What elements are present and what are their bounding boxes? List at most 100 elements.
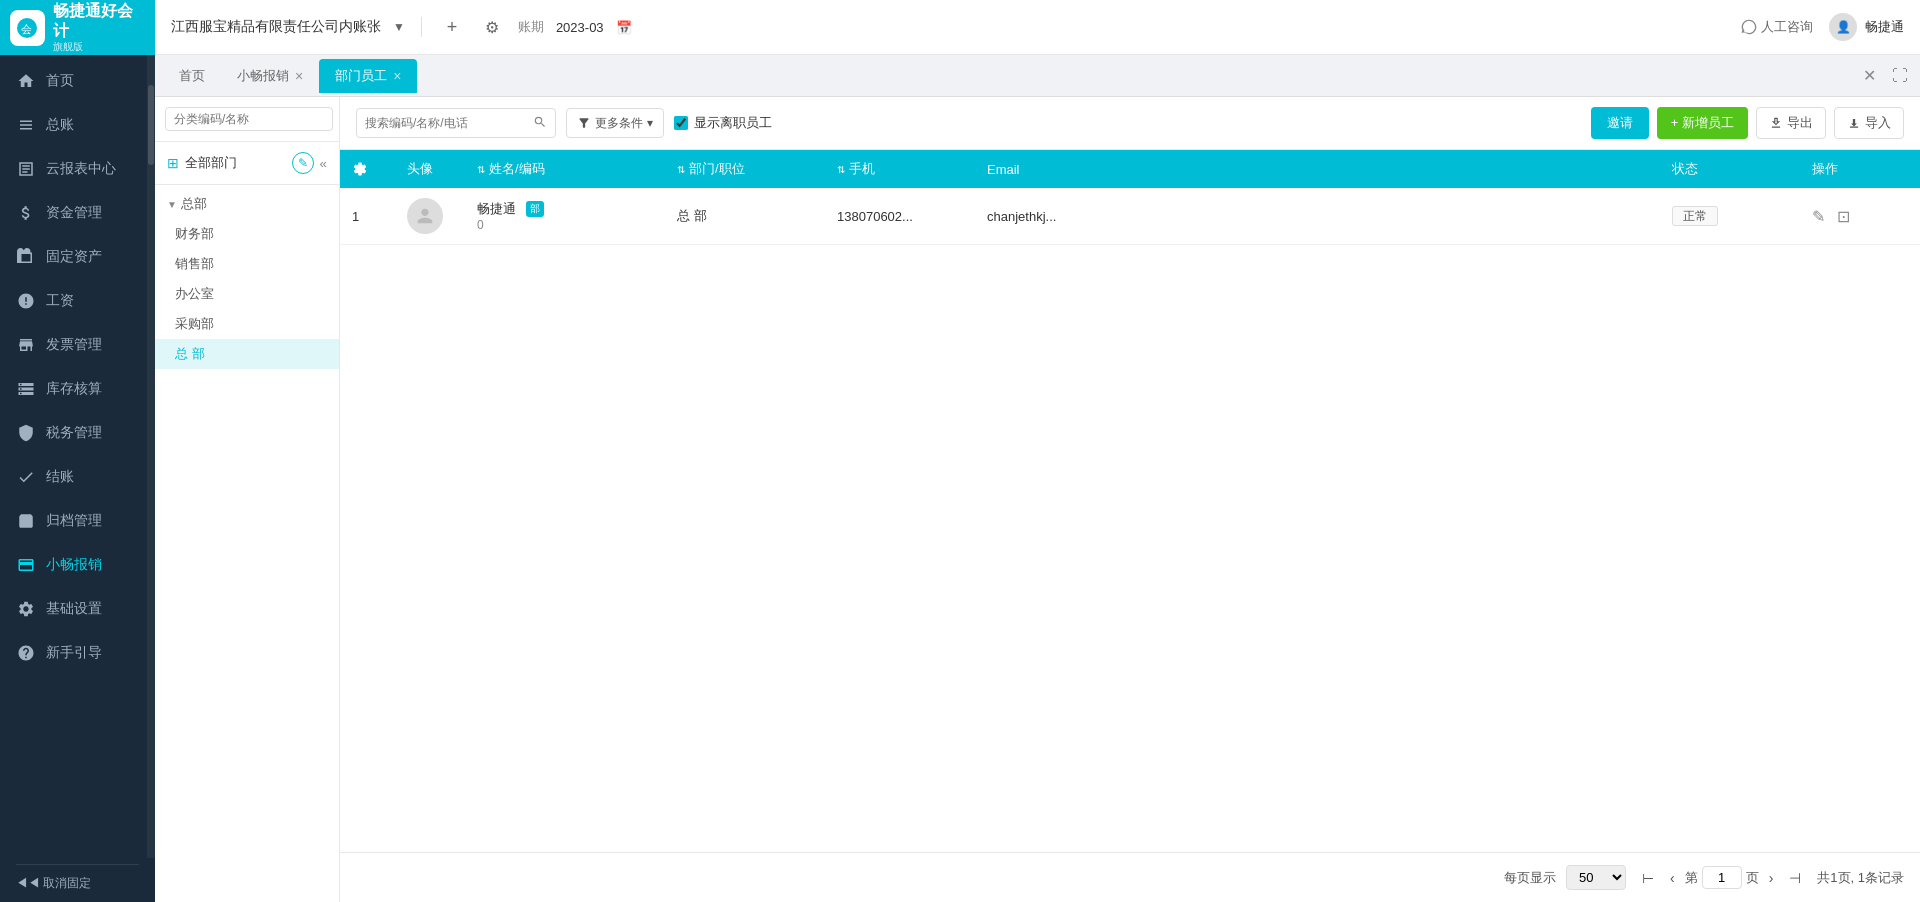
td-phone: 138070602... — [825, 199, 975, 234]
sidebar-item-salary[interactable]: 工资 — [0, 279, 155, 323]
sidebar-item-fixed-assets[interactable]: 固定资产 — [0, 235, 155, 279]
tab-home-label: 首页 — [179, 67, 205, 85]
tab-dept-employee[interactable]: 部门员工 × — [319, 59, 417, 93]
sidebar-label-invoice: 发票管理 — [46, 336, 102, 354]
export-button[interactable]: 导出 — [1756, 107, 1826, 139]
tab-dept-employee-close[interactable]: × — [393, 68, 401, 84]
logout-employee-button[interactable]: ⊡ — [1837, 207, 1850, 226]
next-page-button[interactable]: › — [1763, 868, 1780, 888]
page-label-post: 页 — [1746, 869, 1759, 887]
default-avatar-icon — [414, 205, 436, 227]
column-settings-icon — [352, 161, 368, 177]
prev-page-button[interactable]: ‹ — [1664, 868, 1681, 888]
salary-icon — [16, 291, 36, 311]
tab-bar-right: ✕ ⛶ — [1859, 62, 1912, 89]
sidebar-item-checkout[interactable]: 结账 — [0, 455, 155, 499]
add-employee-button[interactable]: + 新增员工 — [1657, 107, 1748, 139]
sort-icon-dept: ⇅ — [677, 164, 685, 175]
cancel-fixed-button[interactable]: ◀◀ 取消固定 — [0, 854, 155, 902]
td-avatar — [395, 188, 465, 244]
dept-node-bangongshi[interactable]: 办公室 — [155, 279, 339, 309]
show-resigned-checkbox-label[interactable]: 显示离职员工 — [674, 114, 772, 132]
total-info: 共1页, 1条记录 — [1817, 869, 1904, 887]
tab-xiaochang-close[interactable]: × — [295, 68, 303, 84]
th-name-code[interactable]: ⇅ 姓名/编码 — [465, 150, 665, 188]
sidebar-item-invoice[interactable]: 发票管理 — [0, 323, 155, 367]
th-phone[interactable]: ⇅ 手机 — [825, 150, 975, 188]
dept-node-xiaoshoubu[interactable]: 销售部 — [155, 249, 339, 279]
sidebar-item-reports[interactable]: 云报表中心 — [0, 147, 155, 191]
employee-search-input[interactable] — [365, 116, 527, 130]
left-panel: ⊞ 全部部门 ✎ « ▼ 总部 财务部 销售部 — [155, 97, 340, 902]
sidebar-item-home[interactable]: 首页 — [0, 59, 155, 103]
dept-node-zongbu-active[interactable]: 总 部 — [155, 339, 339, 369]
user-area: 👤 畅捷通 — [1829, 13, 1904, 41]
tab-fullscreen-button[interactable]: ⛶ — [1888, 62, 1912, 89]
sidebar-item-newbie[interactable]: 新手引导 — [0, 631, 155, 675]
th-actions: 操作 — [1800, 150, 1920, 188]
sidebar-item-ledger[interactable]: 总账 — [0, 103, 155, 147]
page-number-input[interactable]: 1 — [1702, 866, 1742, 889]
sidebar-item-archive[interactable]: 归档管理 — [0, 499, 155, 543]
import-icon — [1847, 116, 1861, 130]
right-toolbar: 更多条件 ▾ 显示离职员工 邀请 + 新增员工 — [340, 97, 1920, 150]
dept-collapse-button[interactable]: « — [320, 156, 327, 171]
right-panel: 更多条件 ▾ 显示离职员工 邀请 + 新增员工 — [340, 97, 1920, 902]
sidebar-item-xiaochang[interactable]: 小畅报销 — [0, 543, 155, 587]
tab-xiaochang-label: 小畅报销 — [237, 67, 289, 85]
th-phone-label: 手机 — [849, 160, 875, 178]
invite-button[interactable]: 邀请 — [1591, 107, 1649, 139]
th-avatar-label: 头像 — [407, 160, 433, 178]
dept-edit-button[interactable]: ✎ — [292, 152, 314, 174]
sidebar-item-tax[interactable]: 税务管理 — [0, 411, 155, 455]
home-icon — [16, 71, 36, 91]
td-actions: ✎ ⊡ — [1800, 197, 1920, 236]
th-email: Email — [975, 150, 1660, 188]
import-button[interactable]: 导入 — [1834, 107, 1904, 139]
company-dropdown-button[interactable]: ▼ — [393, 20, 405, 34]
page-num-wrap: 第 1 页 — [1685, 866, 1759, 889]
sidebar-label-newbie: 新手引导 — [46, 644, 102, 662]
dept-node-zongbu-parent[interactable]: ▼ 总部 — [155, 189, 339, 219]
edit-employee-button[interactable]: ✎ — [1812, 207, 1825, 226]
dept-label-zongbu-active: 总 部 — [175, 345, 205, 363]
toolbar-right: 邀请 + 新增员工 导出 导入 — [1591, 107, 1904, 139]
content-area: ⊞ 全部部门 ✎ « ▼ 总部 财务部 销售部 — [155, 97, 1920, 902]
tab-close-all-button[interactable]: ✕ — [1859, 62, 1880, 89]
period-value: 2023-03 — [556, 20, 604, 35]
tab-home[interactable]: 首页 — [163, 59, 221, 93]
sidebar-label-tax: 税务管理 — [46, 424, 102, 442]
dept-label-zongbu-parent: 总部 — [181, 195, 207, 213]
dept-node-caiwubu[interactable]: 财务部 — [155, 219, 339, 249]
settings-button[interactable]: ⚙ — [478, 13, 506, 41]
sidebar-item-funds[interactable]: 资金管理 — [0, 191, 155, 235]
add-company-button[interactable]: + — [438, 13, 466, 41]
search-wrap — [356, 108, 556, 138]
tab-xiaochang[interactable]: 小畅报销 × — [221, 59, 319, 93]
employee-search-button[interactable] — [533, 115, 547, 132]
dept-search-input[interactable] — [165, 107, 333, 131]
sidebar-nav: 首页 总账 云报表中心 资金管理 — [0, 55, 155, 854]
show-resigned-checkbox[interactable] — [674, 116, 688, 130]
employee-dept: 总 部 — [677, 208, 707, 223]
th-settings — [340, 150, 395, 188]
td-dept: 总 部 — [665, 197, 825, 235]
dept-badge: 部 — [526, 201, 544, 217]
first-page-button[interactable]: ⊢ — [1636, 868, 1660, 888]
table-row: 1 畅捷通 部 0 — [340, 188, 1920, 245]
calendar-icon[interactable]: 📅 — [616, 20, 632, 35]
headphone-icon — [1741, 19, 1757, 35]
employee-avatar — [407, 198, 443, 234]
sidebar-scrollbar[interactable] — [147, 55, 155, 858]
more-filter-button[interactable]: 更多条件 ▾ — [566, 108, 664, 138]
per-page-select[interactable]: 50 20 100 — [1566, 865, 1626, 890]
dept-node-caigoubu[interactable]: 采购部 — [155, 309, 339, 339]
top-bar: 江西服宝精品有限责任公司内账张 ▼ + ⚙ 账期 2023-03 📅 人工咨询 … — [155, 0, 1920, 55]
employee-table: 头像 ⇅ 姓名/编码 ⇅ 部门/职位 ⇅ 手机 — [340, 150, 1920, 852]
th-dept-position[interactable]: ⇅ 部门/职位 — [665, 150, 825, 188]
sidebar-item-inventory[interactable]: 库存核算 — [0, 367, 155, 411]
last-page-button[interactable]: ⊣ — [1783, 868, 1807, 888]
sidebar-label-ledger: 总账 — [46, 116, 74, 134]
sidebar-item-basic[interactable]: 基础设置 — [0, 587, 155, 631]
help-button[interactable]: 人工咨询 — [1741, 18, 1813, 36]
